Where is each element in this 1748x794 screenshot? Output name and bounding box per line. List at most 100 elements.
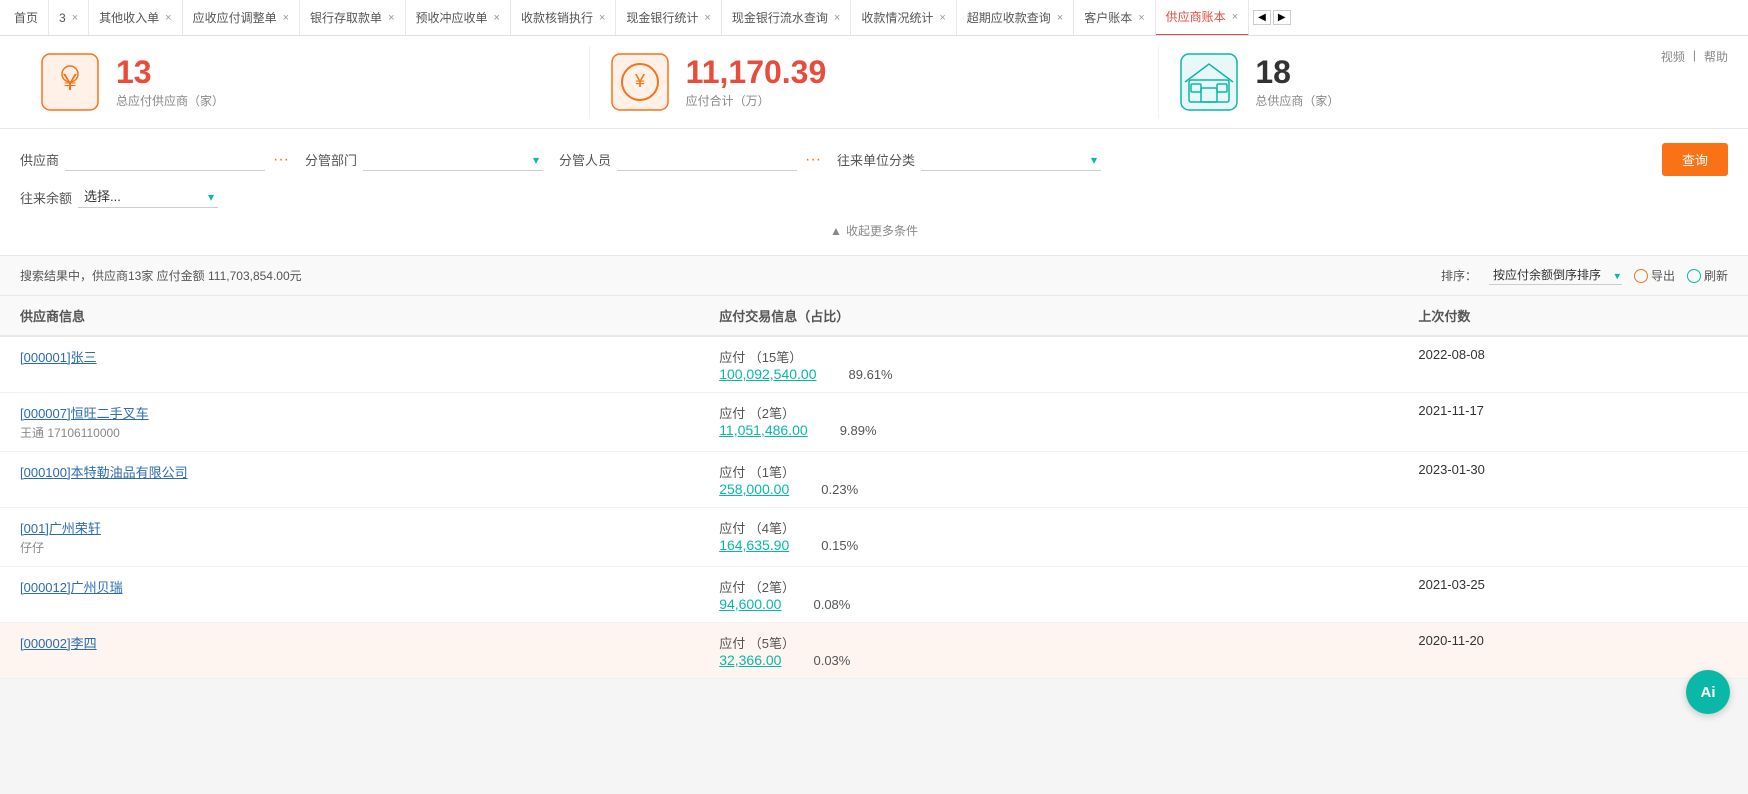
last-pay-cell <box>1398 508 1748 567</box>
department-select-wrap: ▾ <box>363 149 543 171</box>
supplier-sub: 王通 17106110000 <box>20 424 679 441</box>
last-pay-cell: 2020-11-20 <box>1398 623 1748 679</box>
nav-tab-cash-flow-close[interactable]: × <box>834 12 840 24</box>
nav-tab-home-label: 首页 <box>14 9 38 26</box>
person-input[interactable] <box>617 149 797 171</box>
filter-area: 供应商 ··· 分管部门 ▾ 分管人员 ··· 往来单位分类 <box>0 129 1748 256</box>
nav-tab-payment[interactable]: 收款核销执行 × <box>511 0 616 36</box>
table-header: 供应商信息 应付交易信息（占比） 上次付数 <box>0 296 1748 336</box>
payable-percent: 9.89% <box>840 423 877 438</box>
stat-total-suppliers: 18 总供应商（家） <box>1158 46 1728 118</box>
sort-select[interactable]: 按应付余额倒序排序 <box>1489 266 1622 285</box>
supplier-info-cell: [001]广州荣轩仔仔 <box>0 508 699 567</box>
nav-tab-prepay-close[interactable]: × <box>494 12 500 24</box>
nav-tab-bank[interactable]: 银行存取款单 × <box>300 0 405 36</box>
supplier-input[interactable] <box>65 149 265 171</box>
sort-select-wrap: 按应付余额倒序排序 ▾ <box>1489 266 1622 285</box>
payable-amount[interactable]: 32,366.00 <box>719 652 781 668</box>
payable-line2: 164,635.900.15% <box>719 537 1378 553</box>
supplier-link[interactable]: [000100]本特勒油品有限公司 <box>20 465 188 480</box>
nav-tab-other-income[interactable]: 其他收入单 × <box>89 0 182 36</box>
payable-info-cell: 应付 （1笔）258,000.000.23% <box>699 452 1398 508</box>
balance-select[interactable]: 选择... <box>78 186 218 208</box>
supplier-link[interactable]: [000002]李四 <box>20 636 97 651</box>
nav-tab-cash-stats[interactable]: 现金银行统计 × <box>616 0 721 36</box>
supplier-link[interactable]: [000012]广州贝瑞 <box>20 580 123 595</box>
filter-supplier: 供应商 ··· <box>20 149 289 171</box>
nav-tab-customer[interactable]: 客户账本 × <box>1074 0 1155 36</box>
payable-amount[interactable]: 164,635.90 <box>719 537 789 553</box>
payable-label: 应付 （15笔） <box>719 350 802 365</box>
last-pay-cell: 2021-03-25 <box>1398 567 1748 623</box>
payable-percent: 0.23% <box>821 482 858 497</box>
person-dots-btn[interactable]: ··· <box>805 151 821 169</box>
supplier-info-cell: [000007]恒旺二手叉车王通 17106110000 <box>0 393 699 452</box>
ai-button-label: Ai <box>1701 684 1716 701</box>
nav-tab-bank-close[interactable]: × <box>388 12 394 24</box>
refresh-button[interactable]: 刷新 <box>1687 267 1728 284</box>
payable-label: 应付 （2笔） <box>719 406 795 421</box>
filter-row-2: 往来余额 选择... ▾ <box>20 186 1728 208</box>
nav-tab-ap-adjust-close[interactable]: × <box>283 12 289 24</box>
search-button[interactable]: 查询 <box>1662 143 1728 176</box>
supplier-dots-btn[interactable]: ··· <box>273 151 289 169</box>
stat-payable-info: 13 总应付供应商（家） <box>116 56 224 109</box>
payable-line1: 应付 （15笔） <box>719 347 1378 366</box>
supplier-info-cell: [000002]李四 <box>0 623 699 679</box>
payable-amount[interactable]: 258,000.00 <box>719 481 789 497</box>
nav-tab-3[interactable]: 3 × <box>49 0 89 36</box>
payable-line2: 32,366.000.03% <box>719 652 1378 668</box>
collapse-bar: ▲ 收起更多条件 <box>20 218 1728 245</box>
nav-tab-overdue-close[interactable]: × <box>1057 12 1063 24</box>
export-button[interactable]: 导出 <box>1634 267 1675 284</box>
balance-label: 往来余额 <box>20 188 72 207</box>
nav-tab-supplier[interactable]: 供应商账本 × <box>1156 0 1249 36</box>
nav-tab-payment-close[interactable]: × <box>599 12 605 24</box>
nav-tab-cash-flow[interactable]: 现金银行流水查询 × <box>722 0 851 36</box>
nav-tab-other-income-label: 其他收入单 <box>99 9 159 26</box>
nav-tab-other-income-close[interactable]: × <box>165 12 171 24</box>
nav-tab-home[interactable]: 首页 <box>4 0 49 36</box>
supplier-link[interactable]: [000007]恒旺二手叉车 <box>20 406 149 421</box>
nav-tab-ap-adjust-label: 应收应付调整单 <box>193 9 277 26</box>
top-right-links: 视频 | 帮助 <box>1661 48 1728 65</box>
help-link[interactable]: 帮助 <box>1704 48 1728 65</box>
nav-tab-3-close[interactable]: × <box>72 12 78 24</box>
nav-next-arrow[interactable]: ▶ <box>1273 10 1291 25</box>
category-select[interactable] <box>921 149 1101 171</box>
payable-info-cell: 应付 （2笔）11,051,486.00 9.89% <box>699 393 1398 452</box>
nav-tab-supplier-close[interactable]: × <box>1232 11 1238 23</box>
supplier-link[interactable]: [001]广州荣轩 <box>20 521 101 536</box>
payable-percent: 0.08% <box>813 597 850 612</box>
nav-tab-cash-stats-label: 现金银行统计 <box>626 9 698 26</box>
supplier-payable-icon: ￥ <box>40 52 100 112</box>
department-select[interactable] <box>363 149 543 171</box>
nav-tab-receipt-stats[interactable]: 收款情况统计 × <box>851 0 956 36</box>
nav-tab-ap-adjust[interactable]: 应收应付调整单 × <box>183 0 300 36</box>
video-link[interactable]: 视频 <box>1661 48 1685 65</box>
nav-tab-overdue[interactable]: 超期应收款查询 × <box>957 0 1074 36</box>
filter-balance: 往来余额 选择... ▾ <box>20 186 218 208</box>
refresh-label: 刷新 <box>1704 267 1728 284</box>
last-pay-cell: 2023-01-30 <box>1398 452 1748 508</box>
ai-button[interactable]: Ai <box>1686 670 1730 714</box>
nav-prev-arrow[interactable]: ◀ <box>1253 10 1271 25</box>
collapse-button[interactable]: ▲ 收起更多条件 <box>830 222 918 239</box>
payable-line1: 应付 （4笔） <box>719 518 1378 537</box>
stat-amount: ¥ 11,170.39 应付合计（万） <box>589 46 1159 118</box>
payable-amount[interactable]: 94,600.00 <box>719 596 781 612</box>
nav-tab-prepay[interactable]: 预收冲应收单 × <box>406 0 511 36</box>
payable-amount[interactable]: 11,051,486.00 <box>719 422 808 438</box>
col-payable-info: 应付交易信息（占比） <box>699 296 1398 336</box>
supplier-link[interactable]: [000001]张三 <box>20 350 97 365</box>
filter-row-1: 供应商 ··· 分管部门 ▾ 分管人员 ··· 往来单位分类 <box>20 143 1728 176</box>
nav-tab-customer-close[interactable]: × <box>1138 12 1144 24</box>
payable-line2: 100,092,540.0089.61% <box>719 366 1378 382</box>
payable-label: 应付 （4笔） <box>719 521 795 536</box>
col-supplier-info: 供应商信息 <box>0 296 699 336</box>
payable-amount[interactable]: 100,092,540.00 <box>719 366 816 382</box>
nav-tab-cash-stats-close[interactable]: × <box>704 12 710 24</box>
nav-tab-receipt-stats-close[interactable]: × <box>939 12 945 24</box>
export-icon <box>1634 269 1648 283</box>
nav-tab-cash-flow-label: 现金银行流水查询 <box>732 9 828 26</box>
